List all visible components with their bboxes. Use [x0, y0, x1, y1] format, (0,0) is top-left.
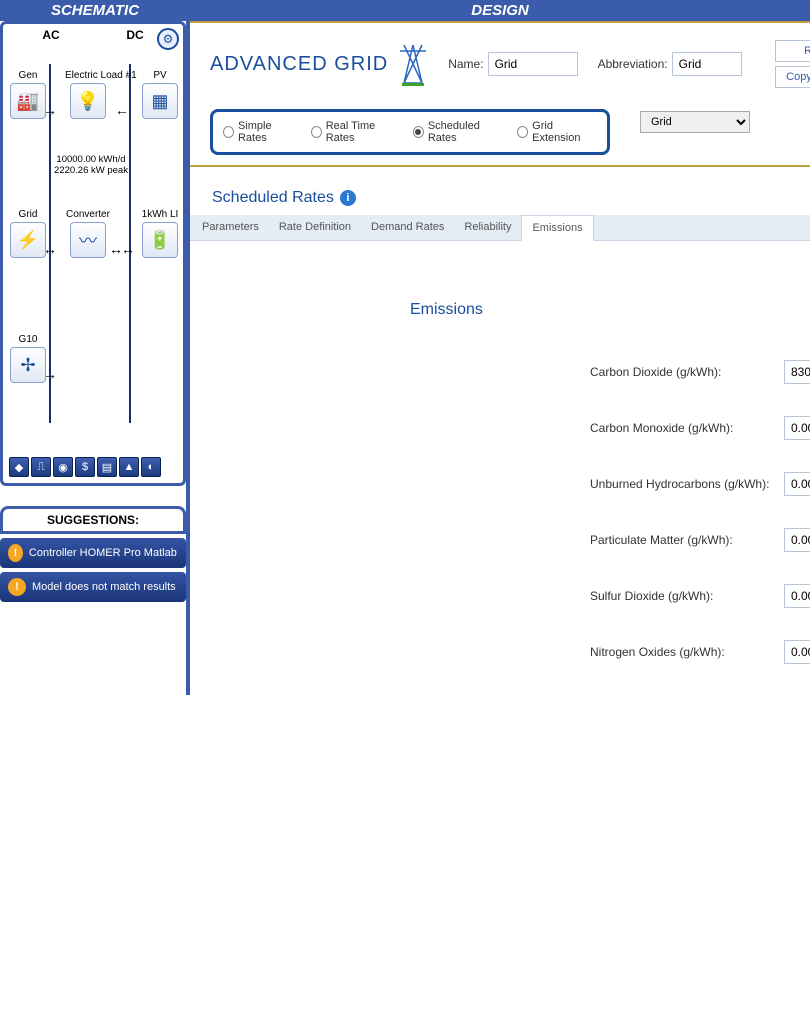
rate-simple[interactable]: Simple Rates — [223, 120, 297, 144]
emission-row-nox: Nitrogen Oxides (g/kWh): {..} — [590, 639, 810, 665]
arrow-icon: ↔ — [43, 241, 57, 257]
emission-row-pm: Particulate Matter (g/kWh): {..} — [590, 527, 810, 553]
rate-type-selector: Simple Rates Real Time Rates Scheduled R… — [210, 109, 610, 155]
emission-input-co2[interactable] — [784, 360, 810, 384]
emission-label: Unburned Hydrocarbons (g/kWh): — [590, 477, 770, 491]
gen-label: Gen — [5, 70, 51, 81]
emission-label: Carbon Dioxide (g/kWh): — [590, 365, 770, 379]
tab-rate-definition[interactable]: Rate Definition — [269, 215, 361, 240]
schematic-panel: ⚙ AC DC Gen 🏭 → Electric Load #1 💡 ← PV … — [0, 21, 186, 486]
design-banner: DESIGN — [190, 0, 810, 21]
abbr-input[interactable] — [672, 52, 742, 76]
grid-icon[interactable]: ⚡ — [10, 222, 46, 258]
suggestion-text: Controller HOMER Pro Matlab Link d — [29, 547, 178, 559]
copy-library-button[interactable]: Copy To Library — [775, 66, 810, 88]
info-icon[interactable]: i — [340, 190, 356, 206]
scheduled-rates-title: Scheduled Rates i — [212, 189, 810, 207]
tool-btn-2[interactable]: ⎍ — [31, 457, 51, 477]
schematic-toolbar: ◆ ⎍ ◉ $ ▤ ▲ ◐ — [9, 457, 161, 477]
emission-input-nox[interactable] — [784, 640, 810, 664]
advanced-grid-title: ADVANCED GRID — [210, 53, 388, 76]
dc-bus-label: DC — [126, 28, 143, 42]
tower-icon — [398, 39, 428, 89]
pv-label: PV — [137, 70, 183, 81]
arrow-icon: ← — [115, 102, 129, 118]
tool-btn-5[interactable]: ▤ — [97, 457, 117, 477]
suggestion-text: Model does not match results — [32, 581, 176, 593]
load-label: Electric Load #1 — [65, 70, 111, 81]
schematic-banner: SCHEMATIC — [0, 0, 190, 21]
emission-input-co[interactable] — [784, 416, 810, 440]
load-icon[interactable]: 💡 — [70, 83, 106, 119]
suggestions-header: SUGGESTIONS: — [0, 506, 186, 534]
rate-scheduled[interactable]: Scheduled Rates — [413, 120, 503, 144]
battery-label: 1kWh LI — [137, 209, 183, 220]
emission-row-co2: Carbon Dioxide (g/kWh): {..} — [590, 359, 810, 385]
name-label: Name: — [448, 57, 483, 71]
grid-label: Grid — [5, 209, 51, 220]
emission-input-uhc[interactable] — [784, 472, 810, 496]
tab-demand-rates[interactable]: Demand Rates — [361, 215, 454, 240]
warning-icon: ! — [8, 578, 26, 596]
tool-btn-3[interactable]: ◉ — [53, 457, 73, 477]
g10-label: G10 — [5, 334, 51, 345]
tool-btn-7[interactable]: ◐ — [141, 457, 161, 477]
emission-row-uhc: Unburned Hydrocarbons (g/kWh): {..} — [590, 471, 810, 497]
arrow-icon: → — [43, 102, 57, 118]
tool-btn-6[interactable]: ▲ — [119, 457, 139, 477]
emission-label: Particulate Matter (g/kWh): — [590, 533, 770, 547]
schematic-info-button[interactable]: ⚙ — [157, 28, 179, 50]
tabs-bar: Parameters Rate Definition Demand Rates … — [190, 215, 810, 241]
battery-icon[interactable]: 🔋 — [142, 222, 178, 258]
tab-reliability[interactable]: Reliability — [454, 215, 521, 240]
emissions-title: Emissions — [410, 301, 810, 319]
emission-row-so2: Sulfur Dioxide (g/kWh): {..} — [590, 583, 810, 609]
suggestion-item-0[interactable]: ! Controller HOMER Pro Matlab Link d — [0, 538, 186, 568]
emission-input-pm[interactable] — [784, 528, 810, 552]
grid-select[interactable]: Grid — [640, 111, 750, 133]
generator-icon[interactable]: 🏭 — [10, 83, 46, 119]
emission-label: Sulfur Dioxide (g/kWh): — [590, 589, 770, 603]
arrow-icon: ↔ — [121, 241, 135, 257]
tab-parameters[interactable]: Parameters — [192, 215, 269, 240]
pv-icon[interactable]: ▦ — [142, 83, 178, 119]
tool-btn-4[interactable]: $ — [75, 457, 95, 477]
rate-extension[interactable]: Grid Extension — [517, 120, 597, 144]
emission-label: Nitrogen Oxides (g/kWh): — [590, 645, 770, 659]
name-input[interactable] — [488, 52, 578, 76]
emission-label: Carbon Monoxide (g/kWh): — [590, 421, 770, 435]
emission-input-so2[interactable] — [784, 584, 810, 608]
load-info: 10000.00 kWh/d 2220.26 kW peak — [51, 154, 131, 176]
tool-btn-1[interactable]: ◆ — [9, 457, 29, 477]
abbr-label: Abbreviation: — [598, 57, 668, 71]
arrow-icon: → — [43, 366, 57, 382]
warning-icon: ! — [8, 544, 23, 562]
wind-icon[interactable]: ✢ — [10, 347, 46, 383]
suggestion-item-1[interactable]: ! Model does not match results — [0, 572, 186, 602]
converter-icon[interactable]: 〰 — [70, 222, 106, 258]
converter-label: Converter — [65, 209, 111, 220]
rate-realtime[interactable]: Real Time Rates — [311, 120, 399, 144]
ac-bus-label: AC — [42, 28, 59, 42]
tab-emissions[interactable]: Emissions — [521, 215, 593, 241]
emission-row-co: Carbon Monoxide (g/kWh): {..} — [590, 415, 810, 441]
remove-button[interactable]: Remove — [775, 40, 810, 62]
